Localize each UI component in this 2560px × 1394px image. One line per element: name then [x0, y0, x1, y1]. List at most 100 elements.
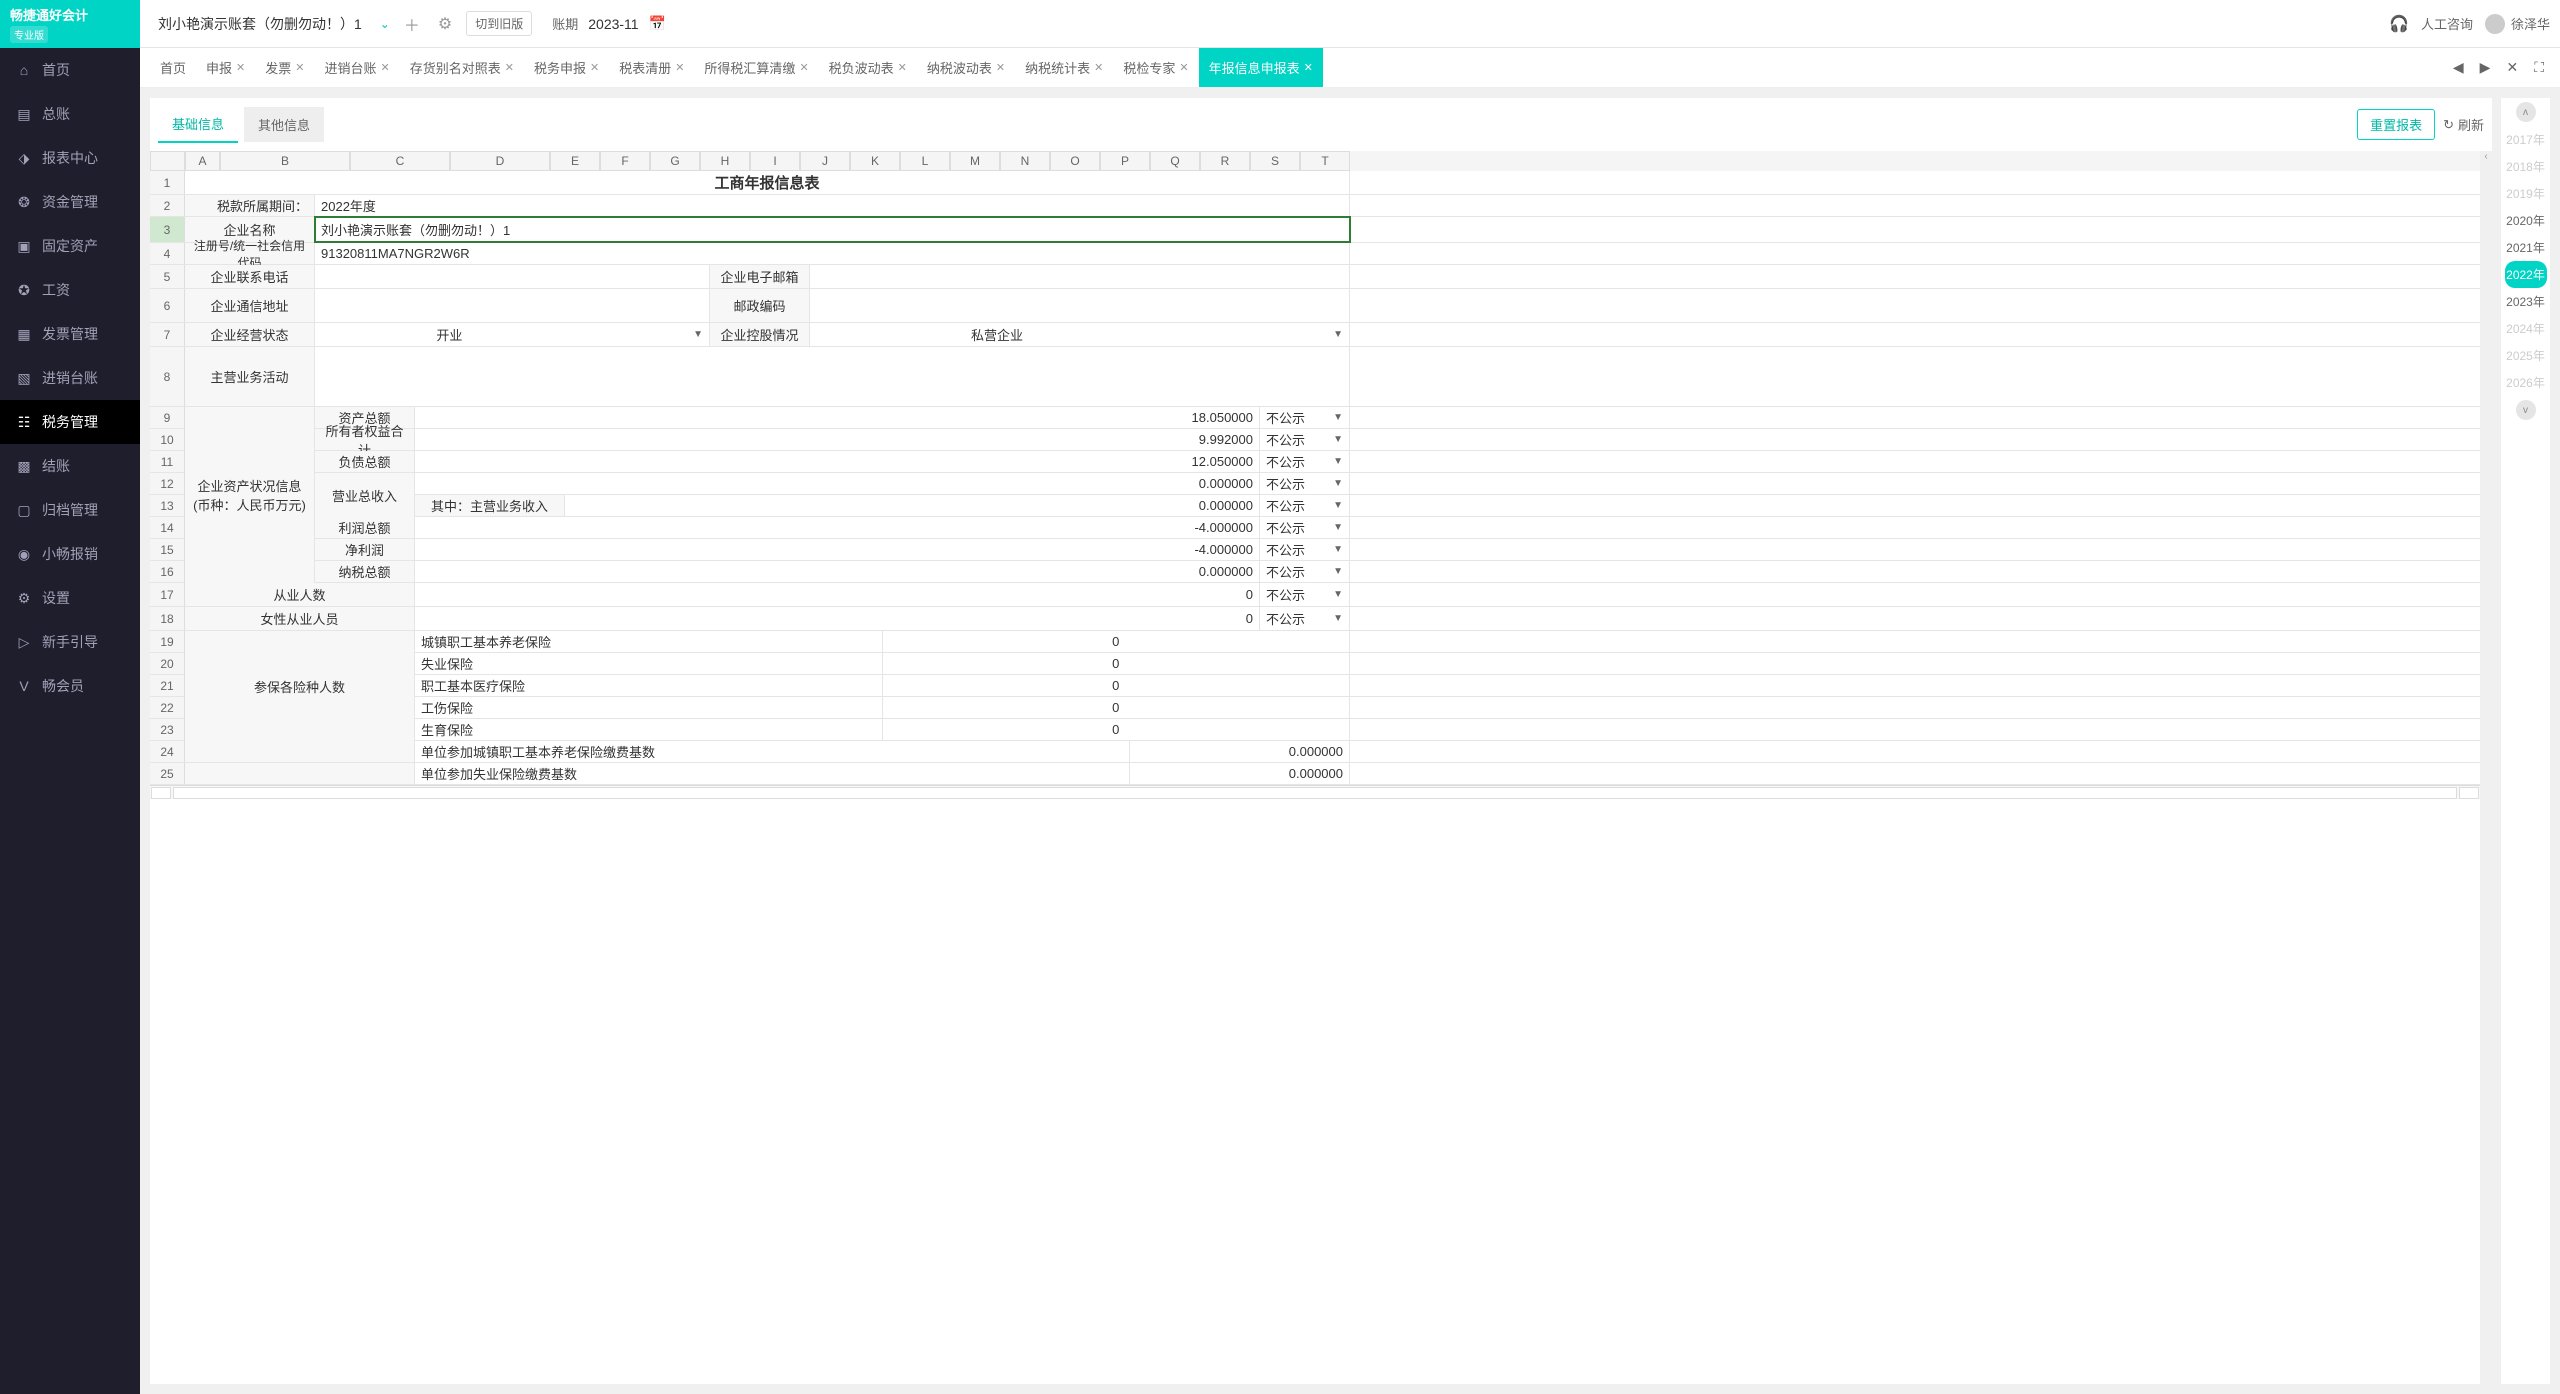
- year-button[interactable]: 2021年: [2505, 234, 2547, 261]
- row-header[interactable]: 21: [150, 675, 185, 696]
- sidebar-item-guide[interactable]: ▷新手引导: [0, 620, 140, 664]
- company-value[interactable]: 刘小艳演示账套（勿删勿动！）1: [315, 217, 1350, 242]
- close-icon[interactable]: ✕: [381, 61, 390, 74]
- sidebar-item-stock[interactable]: ▧进销台账: [0, 356, 140, 400]
- finance-value[interactable]: 0.000000: [415, 473, 1260, 494]
- status-select[interactable]: 开业▼: [315, 323, 710, 346]
- address-value[interactable]: [315, 289, 710, 322]
- finance-subvalue[interactable]: 0.000000: [565, 495, 1260, 516]
- year-button[interactable]: 2018年: [2505, 153, 2547, 180]
- year-button[interactable]: 2020年: [2505, 207, 2547, 234]
- finance-value[interactable]: 18.050000: [415, 407, 1260, 428]
- row-header[interactable]: 2: [150, 195, 185, 216]
- year-button[interactable]: 2025年: [2505, 342, 2547, 369]
- row-header[interactable]: 13: [150, 495, 185, 516]
- insurance-value[interactable]: 0: [883, 675, 1351, 696]
- finance-value[interactable]: -4.000000: [415, 539, 1260, 560]
- holding-select[interactable]: 私营企业▼: [810, 323, 1350, 346]
- plus-icon[interactable]: ＋: [400, 8, 424, 40]
- sidebar-item-closing[interactable]: ▩结账: [0, 444, 140, 488]
- tab[interactable]: 进销台账✕: [314, 48, 399, 88]
- base-value[interactable]: 0.000000: [1130, 741, 1350, 762]
- base-value[interactable]: 0.000000: [1130, 763, 1350, 784]
- tab[interactable]: 所得税汇算清缴✕: [694, 48, 818, 88]
- insurance-value[interactable]: 0: [883, 653, 1351, 674]
- sidebar-item-assets[interactable]: ▣固定资产: [0, 224, 140, 268]
- column-header[interactable]: G: [650, 151, 700, 171]
- column-header[interactable]: H: [700, 151, 750, 171]
- column-header[interactable]: T: [1300, 151, 1350, 171]
- close-icon[interactable]: ✕: [295, 61, 304, 74]
- insurance-value[interactable]: 0: [883, 631, 1351, 652]
- subtab-other[interactable]: 其他信息: [244, 107, 324, 142]
- column-header[interactable]: C: [350, 151, 450, 171]
- tab[interactable]: 发票✕: [255, 48, 314, 88]
- sidebar-item-reports[interactable]: ⬗报表中心: [0, 136, 140, 180]
- tab[interactable]: 纳税统计表✕: [1015, 48, 1113, 88]
- gear-icon[interactable]: ⚙: [434, 10, 456, 38]
- year-button[interactable]: 2022年: [2505, 261, 2547, 288]
- close-icon[interactable]: ✕: [1304, 61, 1313, 74]
- row-header[interactable]: 12: [150, 473, 185, 494]
- column-header[interactable]: N: [1000, 151, 1050, 171]
- female-value[interactable]: 0: [415, 607, 1260, 630]
- sidebar-item-tax[interactable]: ☷税务管理: [0, 400, 140, 444]
- tab[interactable]: 年报信息申报表✕: [1199, 48, 1323, 88]
- sidebar-item-settings[interactable]: ⚙设置: [0, 576, 140, 620]
- subtab-basic[interactable]: 基础信息: [158, 106, 238, 143]
- publicity-select[interactable]: 不公示▼: [1260, 517, 1350, 538]
- column-header[interactable]: O: [1050, 151, 1100, 171]
- row-header[interactable]: 4: [150, 243, 185, 264]
- spreadsheet[interactable]: ABCDEFGHIJKLMNOPQRST 1工商年报信息表2税款所属期间：202…: [150, 151, 2480, 1384]
- row-header[interactable]: 24: [150, 741, 185, 762]
- sidebar-item-vip[interactable]: V畅会员: [0, 664, 140, 708]
- publicity-select[interactable]: 不公示▼: [1260, 451, 1350, 472]
- regno-value[interactable]: 91320811MA7NGR2W6R: [315, 243, 1350, 264]
- publicity-select[interactable]: 不公示▼: [1260, 473, 1350, 494]
- close-icon[interactable]: ✕: [1179, 61, 1188, 74]
- sheet-corner[interactable]: [150, 151, 185, 171]
- column-header[interactable]: Q: [1150, 151, 1200, 171]
- column-header[interactable]: J: [800, 151, 850, 171]
- row-header[interactable]: 1: [150, 171, 185, 194]
- user-menu[interactable]: 徐泽华: [2485, 14, 2550, 34]
- reset-report-button[interactable]: 重置报表: [2357, 109, 2435, 140]
- row-header[interactable]: 18: [150, 607, 185, 630]
- tab[interactable]: 存货别名对照表✕: [400, 48, 524, 88]
- column-header[interactable]: P: [1100, 151, 1150, 171]
- tab[interactable]: 首页: [150, 48, 196, 88]
- row-header[interactable]: 14: [150, 517, 185, 538]
- close-icon[interactable]: ✕: [898, 61, 907, 74]
- column-header[interactable]: B: [220, 151, 350, 171]
- column-header[interactable]: K: [850, 151, 900, 171]
- sidebar-item-expense[interactable]: ◉小畅报销: [0, 532, 140, 576]
- finance-value[interactable]: -4.000000: [415, 517, 1260, 538]
- tab[interactable]: 税检专家✕: [1113, 48, 1198, 88]
- fullscreen-icon[interactable]: ⛶: [2528, 55, 2550, 80]
- employees-value[interactable]: 0: [415, 583, 1260, 606]
- row-header[interactable]: 11: [150, 451, 185, 472]
- refresh-button[interactable]: ↻ 刷新: [2443, 115, 2484, 134]
- switch-old-button[interactable]: 切到旧版: [466, 11, 532, 36]
- row-header[interactable]: 17: [150, 583, 185, 606]
- close-icon[interactable]: ✕: [590, 61, 599, 74]
- column-header[interactable]: D: [450, 151, 550, 171]
- chevron-down-icon[interactable]: ⌄: [380, 17, 390, 31]
- sidebar-item-invoice[interactable]: ▦发票管理: [0, 312, 140, 356]
- row-header[interactable]: 22: [150, 697, 185, 718]
- close-icon[interactable]: ✕: [675, 61, 684, 74]
- year-down-icon[interactable]: v: [2516, 400, 2536, 420]
- period-value-cell[interactable]: 2022年度: [315, 195, 1350, 216]
- sidebar-item-funds[interactable]: ❂资金管理: [0, 180, 140, 224]
- column-header[interactable]: R: [1200, 151, 1250, 171]
- year-button[interactable]: 2023年: [2505, 288, 2547, 315]
- tab-close-all-icon[interactable]: ✕: [2500, 55, 2524, 80]
- sidebar-item-home[interactable]: ⌂首页: [0, 48, 140, 92]
- close-icon[interactable]: ✕: [1094, 61, 1103, 74]
- year-up-icon[interactable]: ʌ: [2516, 102, 2536, 122]
- email-value[interactable]: [810, 265, 1350, 288]
- publicity-select[interactable]: 不公示▼: [1260, 539, 1350, 560]
- column-header[interactable]: M: [950, 151, 1000, 171]
- sidebar-item-archive[interactable]: ▢归档管理: [0, 488, 140, 532]
- year-button[interactable]: 2017年: [2505, 126, 2547, 153]
